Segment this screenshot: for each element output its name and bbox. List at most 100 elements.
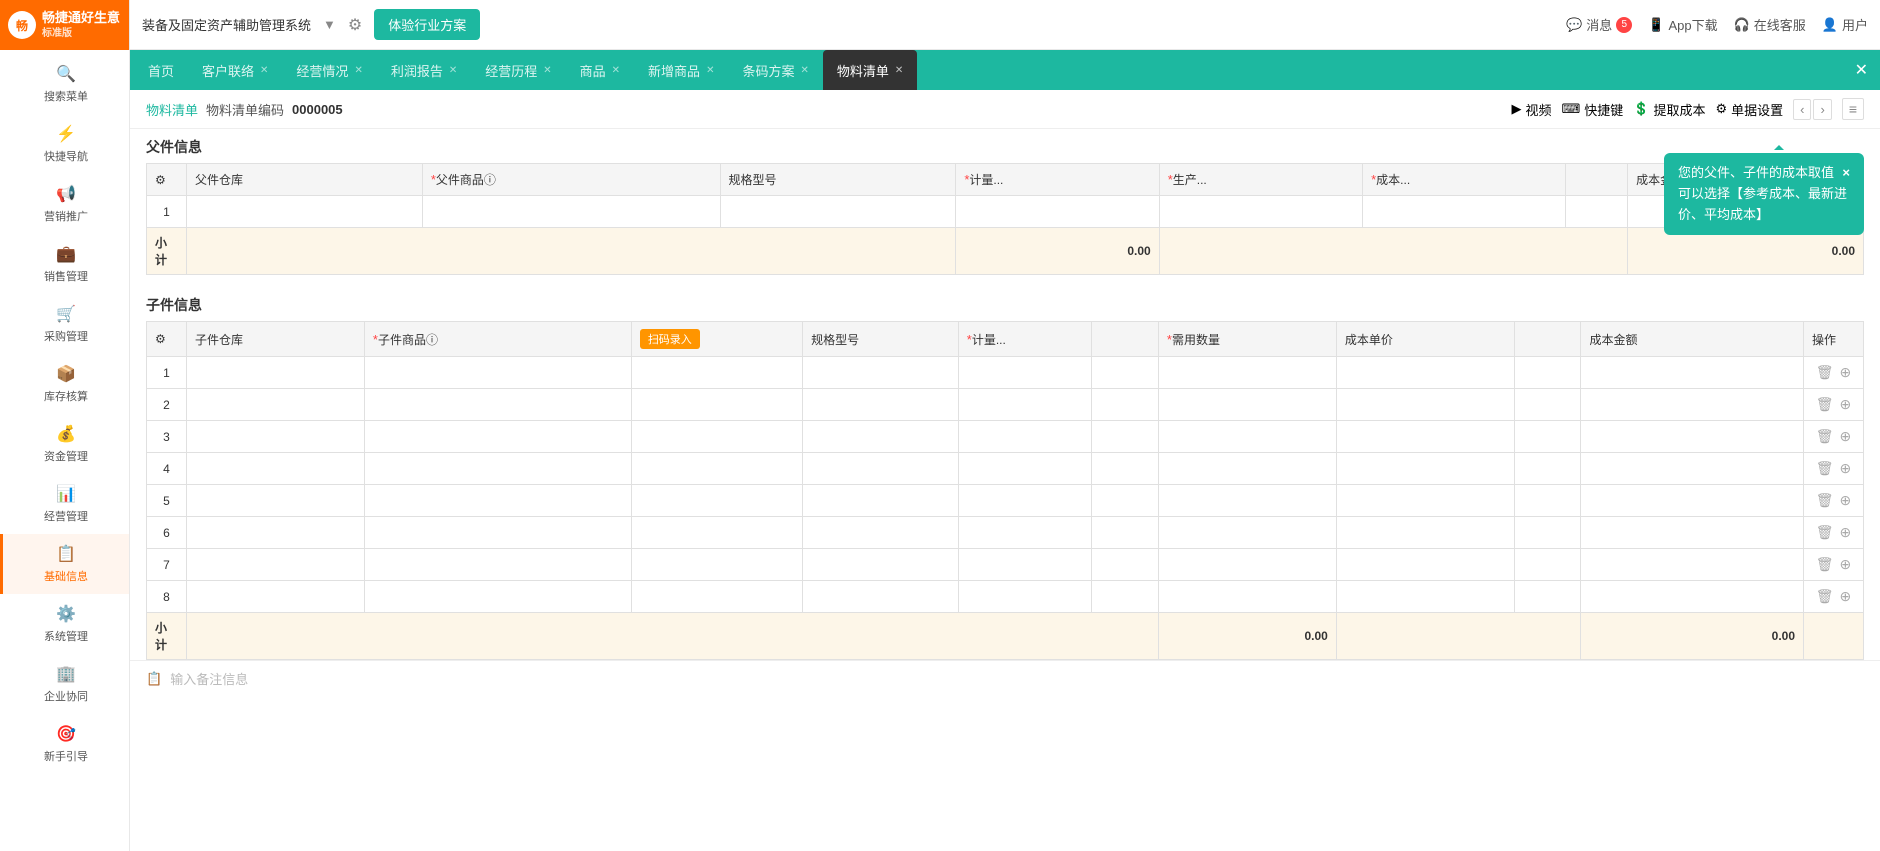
child-measure-cell[interactable] [958,357,1091,389]
tab-close-operations[interactable]: ✕ [354,65,362,76]
tab-operations[interactable]: 经营情况 ✕ [282,50,376,90]
child-spec-cell[interactable] [803,485,959,517]
sidebar-item-search[interactable]: 🔍 搜索菜单 [0,54,129,114]
child-unit-cost-cell[interactable] [1336,421,1514,453]
copy-icon[interactable]: ⊕ [1840,364,1852,381]
note-placeholder[interactable]: 输入备注信息 [170,669,248,688]
delete-icon[interactable]: 🗑 [1816,588,1834,605]
next-arrow[interactable]: › [1813,99,1831,120]
tab-close-bom[interactable]: ✕ [895,65,903,76]
sidebar-item-purchase[interactable]: 🛒 采购管理 [0,294,129,354]
delete-icon[interactable]: 🗑 [1816,492,1834,509]
single-setting-action[interactable]: ⚙ 单据设置 [1715,100,1783,119]
sidebar-item-sales[interactable]: 💼 销售管理 [0,234,129,294]
tab-close-history[interactable]: ✕ [543,65,551,76]
tab-close-customer[interactable]: ✕ [260,65,268,76]
message-action[interactable]: 💬 消息 5 [1566,15,1632,34]
tab-barcode[interactable]: 条码方案 ✕ [728,50,822,90]
child-measure-cell[interactable] [958,421,1091,453]
sidebar-item-marketing[interactable]: 📢 营销推广 [0,174,129,234]
tab-history[interactable]: 经营历程 ✕ [471,50,565,90]
child-unit-cost-cell[interactable] [1336,357,1514,389]
child-spec-cell[interactable] [803,357,959,389]
tab-profit[interactable]: 利润报告 ✕ [377,50,471,90]
child-qty-cell[interactable] [1158,389,1336,421]
user-action[interactable]: 👤 用户 [1822,15,1868,34]
child-qty-cell[interactable] [1158,581,1336,613]
child-spec-cell[interactable] [803,421,959,453]
child-qty-cell[interactable] [1158,421,1336,453]
child-qty-cell[interactable] [1158,549,1336,581]
tab-close-goods[interactable]: ✕ [612,65,620,76]
sidebar-item-guide[interactable]: 🎯 新手引导 [0,714,129,774]
child-qty-cell[interactable] [1158,453,1336,485]
sidebar-item-finance[interactable]: 💰 资金管理 [0,414,129,474]
child-warehouse-cell[interactable] [187,357,365,389]
child-goods-cell[interactable] [364,421,631,453]
parent-cost-cell[interactable] [1363,196,1566,228]
tab-bom[interactable]: 物料清单 ✕ [823,50,917,90]
tab-close-newgoods[interactable]: ✕ [706,65,714,76]
child-warehouse-cell[interactable] [187,517,365,549]
child-qty-cell[interactable] [1158,517,1336,549]
view-action[interactable]: ▶ 视频 [1511,100,1551,119]
topbar-dropdown-icon[interactable]: ▼ [323,17,336,32]
delete-icon[interactable]: 🗑 [1816,396,1834,413]
parent-produce-cell[interactable] [1159,196,1362,228]
child-unit-cost-cell[interactable] [1336,549,1514,581]
tooltip-close-btn[interactable]: × [1842,163,1850,184]
sidebar-item-inventory[interactable]: 📦 库存核算 [0,354,129,414]
shortcut-action[interactable]: ⌨ 快捷键 [1561,100,1623,119]
sidebar-item-quick-nav[interactable]: ⚡ 快捷导航 [0,114,129,174]
child-unit-cost-cell[interactable] [1336,389,1514,421]
child-warehouse-cell[interactable] [187,581,365,613]
sidebar-item-enterprise[interactable]: 🏢 企业协同 [0,654,129,714]
topbar-gear-icon[interactable]: ⚙ [348,15,362,35]
child-unit-cost-cell[interactable] [1336,485,1514,517]
scan-btn[interactable]: 扫码录入 [640,329,700,349]
tab-newgoods[interactable]: 新增商品 ✕ [634,50,728,90]
online-service-action[interactable]: 🎧 在线客服 [1734,15,1806,34]
copy-icon[interactable]: ⊕ [1840,588,1852,605]
child-goods-cell[interactable] [364,453,631,485]
global-close-btn[interactable]: ✕ [1847,60,1876,80]
child-measure-cell[interactable] [958,517,1091,549]
delete-icon[interactable]: 🗑 [1816,556,1834,573]
tab-close-profit[interactable]: ✕ [449,65,457,76]
child-measure-cell[interactable] [958,485,1091,517]
child-warehouse-cell[interactable] [187,485,365,517]
child-col-scan[interactable]: 扫码录入 [631,322,802,357]
copy-icon[interactable]: ⊕ [1840,492,1852,509]
child-warehouse-cell[interactable] [187,453,365,485]
child-spec-cell[interactable] [803,549,959,581]
delete-icon[interactable]: 🗑 [1816,524,1834,541]
child-goods-cell[interactable] [364,485,631,517]
child-unit-cost-cell[interactable] [1336,581,1514,613]
tab-home[interactable]: 首页 [134,50,188,90]
parent-warehouse-cell[interactable] [187,196,423,228]
child-qty-cell[interactable] [1158,357,1336,389]
breadcrumb-list[interactable]: 物料清单 [146,100,198,119]
child-measure-cell[interactable] [958,549,1091,581]
child-qty-cell[interactable] [1158,485,1336,517]
delete-icon[interactable]: 🗑 [1816,428,1834,445]
child-spec-cell[interactable] [803,517,959,549]
child-goods-cell[interactable] [364,581,631,613]
child-col-settings[interactable]: ⚙ [147,322,187,357]
child-measure-cell[interactable] [958,453,1091,485]
parent-goods-cell[interactable] [422,196,720,228]
parent-measure-cell[interactable] [956,196,1159,228]
app-download-action[interactable]: 📱 App下载 [1648,15,1717,34]
copy-icon[interactable]: ⊕ [1840,428,1852,445]
copy-icon[interactable]: ⊕ [1840,524,1852,541]
child-warehouse-cell[interactable] [187,549,365,581]
parent-spec-cell[interactable] [720,196,956,228]
copy-icon[interactable]: ⊕ [1840,556,1852,573]
delete-icon[interactable]: 🗑 [1816,460,1834,477]
child-spec-cell[interactable] [803,389,959,421]
delete-icon[interactable]: 🗑 [1816,364,1834,381]
child-warehouse-cell[interactable] [187,389,365,421]
cost-action[interactable]: 💲 提取成本 [1633,100,1705,119]
sidebar-item-operations-mgr[interactable]: 📊 经营管理 [0,474,129,534]
child-spec-cell[interactable] [803,453,959,485]
